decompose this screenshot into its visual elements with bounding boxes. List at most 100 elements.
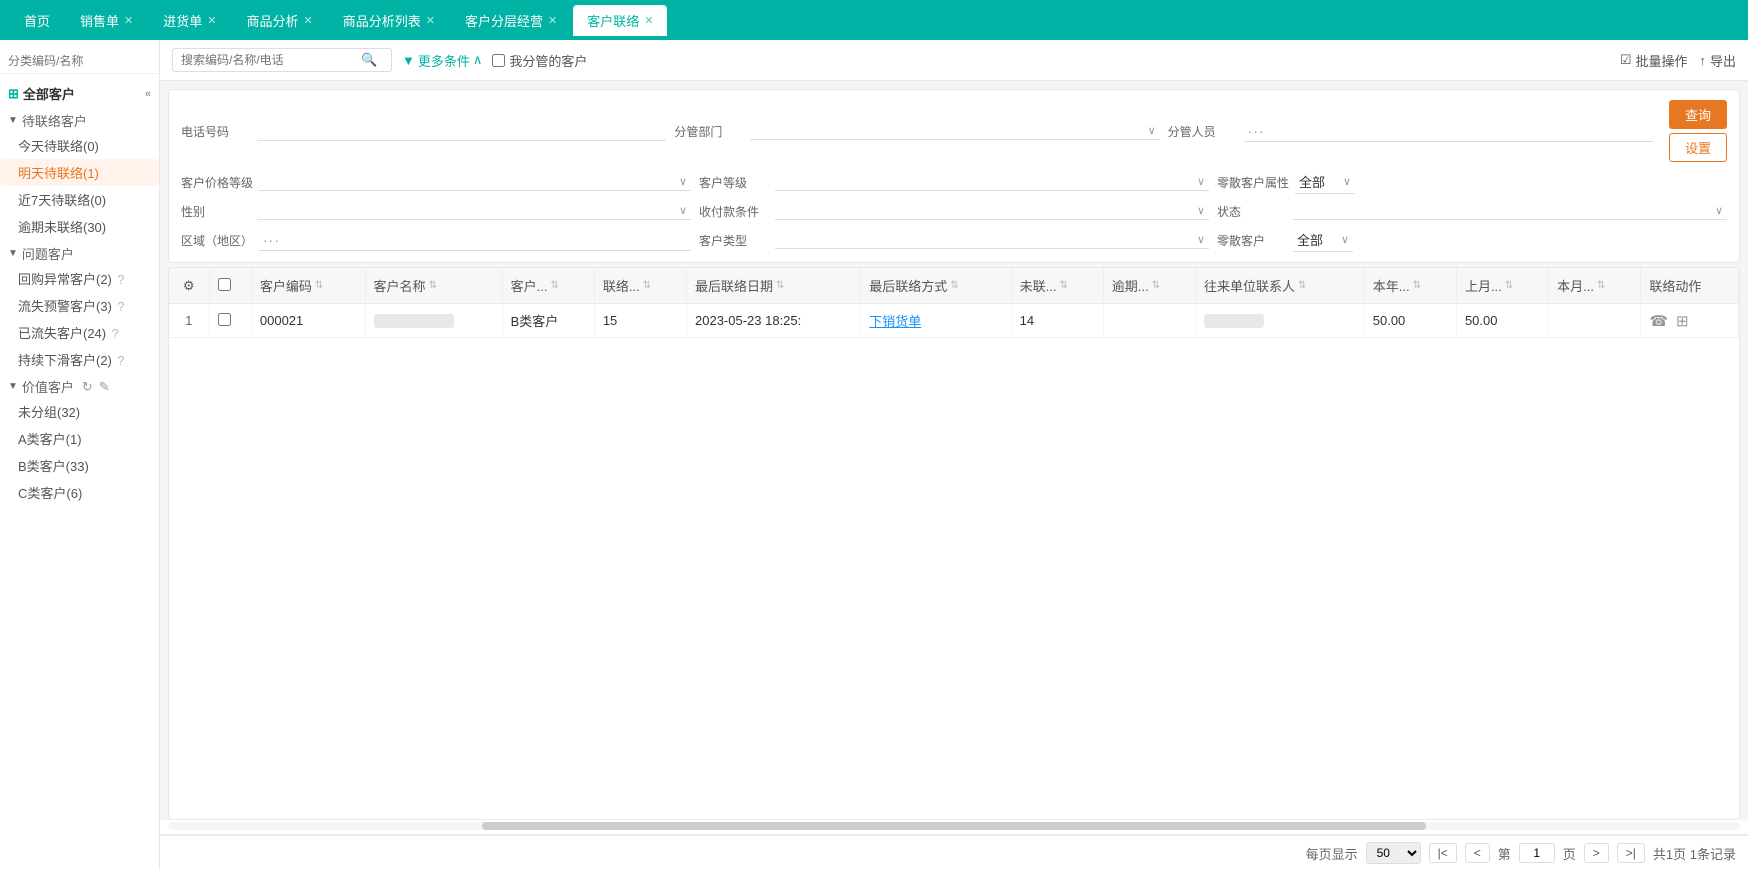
all-customers-header[interactable]: ⊞ 全部客户 « <box>0 80 159 107</box>
nav-home[interactable]: 首页 <box>10 5 64 36</box>
phone-input[interactable] <box>257 122 666 141</box>
page-number-input[interactable] <box>1519 843 1555 863</box>
close-icon[interactable]: ✕ <box>304 14 313 27</box>
qr-action-icon[interactable]: ⊞ <box>1676 312 1689 330</box>
price-level-select[interactable]: ∨ <box>259 173 691 191</box>
td-last-contact-date: 2023-05-23 18:25: <box>687 304 861 338</box>
sidebar: 🔍 ⊞ 全部客户 « ▼ 待联络客户 今天待联络(0) 明天待联络(1) 近7天… <box>0 40 160 870</box>
th-last-month[interactable]: 上月... ⇅ <box>1456 268 1548 304</box>
prev-page-button[interactable]: |< <box>1429 843 1457 863</box>
th-last-contact-method[interactable]: 最后联络方式 ⇅ <box>861 268 1011 304</box>
data-table-area: ⚙ 客户编码 ⇅ 客户名称 <box>168 267 1740 820</box>
payment-select[interactable]: ∨ <box>775 202 1209 220</box>
sort-icon: ⇅ <box>1152 280 1160 291</box>
search-input[interactable] <box>181 53 361 67</box>
nav-sales-order[interactable]: 销售单 ✕ <box>66 5 147 36</box>
my-customer-checkbox-wrap[interactable]: 我分管的客户 <box>492 51 587 70</box>
chevron-down-icon: ∨ <box>1197 204 1205 217</box>
sidebar-item-declining[interactable]: 持续下滑客户(2) ? <box>0 346 159 373</box>
close-icon[interactable]: ✕ <box>644 14 653 27</box>
masked-unit-contact <box>1204 314 1264 328</box>
td-uncontact: 14 <box>1011 304 1103 338</box>
sort-icon: ⇅ <box>1597 280 1605 291</box>
chevron-down-icon: ∨ <box>679 175 687 188</box>
close-icon[interactable]: ✕ <box>207 14 216 27</box>
th-last-contact-date[interactable]: 最后联络日期 ⇅ <box>687 268 861 304</box>
sidebar-item-b-class[interactable]: B类客户(33) <box>0 452 159 479</box>
status-select[interactable]: ∨ <box>1293 202 1727 220</box>
filter-item-phone: 电话号码 <box>181 122 666 141</box>
select-all-checkbox[interactable] <box>218 278 231 291</box>
th-customer-code[interactable]: 客户编码 ⇅ <box>251 268 365 304</box>
search-icon[interactable]: 🔍 <box>361 52 377 68</box>
td-overdue <box>1103 304 1195 338</box>
export-button[interactable]: ↑ 导出 <box>1699 51 1736 70</box>
scrollbar-track[interactable] <box>168 822 1740 830</box>
gender-select[interactable]: ∨ <box>257 202 691 220</box>
th-uncontact[interactable]: 未联... ⇅ <box>1011 268 1103 304</box>
td-current-year: 50.00 <box>1364 304 1456 338</box>
td-last-contact-method[interactable]: 下销货单 <box>861 304 1011 338</box>
retail-customer-select[interactable]: 全部 ∨ <box>1293 228 1353 252</box>
nav-purchase-order[interactable]: 进货单 ✕ <box>149 5 230 36</box>
problem-group-label: ▼ 问题客户 <box>0 240 159 265</box>
nav-product-analysis[interactable]: 商品分析 ✕ <box>232 5 326 36</box>
retail-attr-select[interactable]: 全部 ∨ <box>1295 170 1355 194</box>
refresh-icon[interactable]: ↻ <box>82 379 93 395</box>
td-contact-count: 15 <box>594 304 686 338</box>
sidebar-item-7days[interactable]: 近7天待联络(0) <box>0 186 159 213</box>
scrollbar-thumb[interactable] <box>482 822 1425 830</box>
sidebar-item-a-class[interactable]: A类客户(1) <box>0 425 159 452</box>
more-filter-button[interactable]: ▼ 更多条件 ∧ <box>402 51 482 70</box>
sidebar-item-ungrouped[interactable]: 未分组(32) <box>0 398 159 425</box>
person-select[interactable]: ··· <box>1244 121 1653 142</box>
td-action: ☎ ⊞ <box>1641 304 1739 338</box>
th-unit-contact[interactable]: 往来单位联系人 ⇅ <box>1195 268 1364 304</box>
sidebar-item-churn-warning[interactable]: 流失预警客户(3) ? <box>0 292 159 319</box>
next-page-btn[interactable]: > <box>1584 843 1609 863</box>
nav-customer-segment[interactable]: 客户分层经营 ✕ <box>451 5 571 36</box>
sidebar-search-input[interactable] <box>8 54 160 68</box>
per-page-select[interactable]: 50 100 200 <box>1366 842 1421 864</box>
chevron-down-icon: ∨ <box>679 204 687 217</box>
help-icon: ? <box>111 326 118 341</box>
row-checkbox[interactable] <box>218 313 231 326</box>
sidebar-item-churned[interactable]: 已流失客户(24) ? <box>0 319 159 346</box>
gear-icon[interactable]: ⚙ <box>183 278 195 293</box>
chevron-down-icon: ∨ <box>1197 175 1205 188</box>
arrow-icon: ▼ <box>8 248 18 259</box>
close-icon[interactable]: ✕ <box>426 14 435 27</box>
prev-page-btn[interactable]: < <box>1465 843 1490 863</box>
query-button[interactable]: 查询 <box>1669 100 1727 129</box>
region-select[interactable]: ··· <box>259 230 691 251</box>
nav-customer-contact[interactable]: 客户联络 ✕ <box>573 5 667 36</box>
my-customer-checkbox[interactable] <box>492 54 505 67</box>
top-nav: 首页 销售单 ✕ 进货单 ✕ 商品分析 ✕ 商品分析列表 ✕ 客户分层经营 ✕ … <box>0 0 1748 40</box>
close-icon[interactable]: ✕ <box>548 14 557 27</box>
th-overdue[interactable]: 逾期... ⇅ <box>1103 268 1195 304</box>
filter-item-gender: 性别 ∨ <box>181 202 691 220</box>
phone-action-icon[interactable]: ☎ <box>1649 312 1668 330</box>
dept-select[interactable]: ∨ <box>750 122 1159 140</box>
td-this-month <box>1549 304 1641 338</box>
customer-type-select[interactable]: ∨ <box>775 231 1209 249</box>
filter-item-customer-level: 客户等级 ∨ <box>699 173 1209 191</box>
close-icon[interactable]: ✕ <box>124 14 133 27</box>
th-customer-name[interactable]: 客户名称 ⇅ <box>365 268 502 304</box>
th-current-year[interactable]: 本年... ⇅ <box>1364 268 1456 304</box>
setting-button[interactable]: 设置 <box>1669 133 1727 162</box>
sidebar-item-overdue[interactable]: 逾期未联络(30) <box>0 213 159 240</box>
th-settings[interactable]: ⚙ <box>169 268 209 304</box>
last-page-btn[interactable]: >| <box>1617 843 1645 863</box>
sidebar-item-today[interactable]: 今天待联络(0) <box>0 132 159 159</box>
th-this-month[interactable]: 本月... ⇅ <box>1549 268 1641 304</box>
th-contact-count[interactable]: 联络... ⇅ <box>594 268 686 304</box>
sidebar-item-repurchase-abnormal[interactable]: 回购异常客户(2) ? <box>0 265 159 292</box>
th-customer-type[interactable]: 客户... ⇅ <box>502 268 594 304</box>
batch-button[interactable]: ☑ 批量操作 <box>1620 51 1688 70</box>
edit-icon[interactable]: ✎ <box>99 379 110 395</box>
nav-product-analysis-list[interactable]: 商品分析列表 ✕ <box>329 5 449 36</box>
sidebar-item-c-class[interactable]: C类客户(6) <box>0 479 159 506</box>
sidebar-item-tomorrow[interactable]: 明天待联络(1) <box>0 159 159 186</box>
customer-level-select[interactable]: ∨ <box>775 173 1209 191</box>
